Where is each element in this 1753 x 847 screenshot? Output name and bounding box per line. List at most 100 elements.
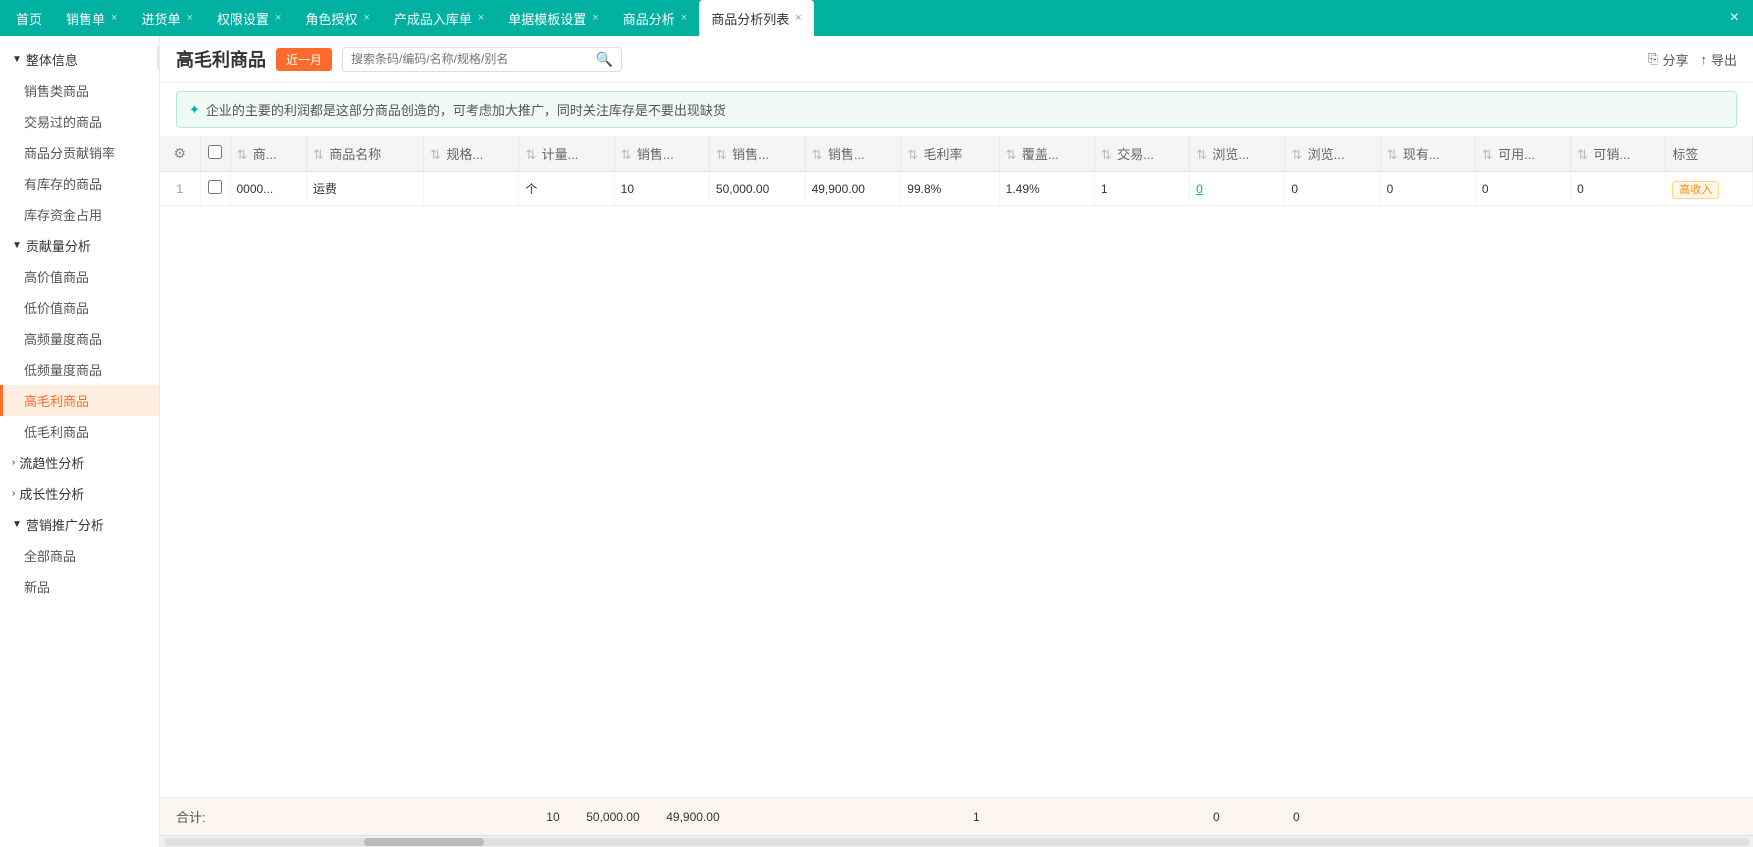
footer-sales-amt: 50,000.00: [566, 810, 646, 824]
col-trade[interactable]: ⇅ 交易...: [1094, 136, 1189, 172]
col-sales-amt[interactable]: ⇅ 销售...: [709, 136, 805, 172]
close-permission-tab[interactable]: ×: [275, 12, 281, 24]
sidebar-item-capital[interactable]: 库存资金占用: [0, 199, 159, 230]
cell-sales-qty: 10: [614, 172, 709, 206]
footer-trade: 1: [906, 810, 986, 824]
settings-icon[interactable]: ⚙: [173, 145, 186, 161]
sort-handle: ⇅: [621, 147, 632, 162]
export-button[interactable]: ↑ 导出: [1700, 50, 1737, 69]
col-browse2[interactable]: ⇅ 浏览...: [1285, 136, 1380, 172]
nav-tab-purchase[interactable]: 进货单 ×: [129, 0, 204, 36]
sort-handle: ⇅: [1482, 147, 1493, 162]
sidebar-item-low-freq[interactable]: 低频量度商品: [0, 354, 159, 385]
share-button[interactable]: ⎘ 分享: [1648, 50, 1688, 69]
nav-tab-role[interactable]: 角色授权 ×: [293, 0, 381, 36]
sidebar-group-overall[interactable]: ▼ 整体信息: [0, 44, 159, 75]
nav-tab-sales[interactable]: 销售单 ×: [54, 0, 129, 36]
close-role-tab[interactable]: ×: [363, 12, 369, 24]
sidebar-item-stock-goods[interactable]: 有库存的商品: [0, 168, 159, 199]
nav-close-all[interactable]: ×: [1720, 0, 1749, 36]
sidebar-group-marketing[interactable]: ▼ 营销推广分析: [0, 509, 159, 540]
arrow-overall: ▼: [12, 54, 22, 65]
scrollbar-track[interactable]: [164, 838, 1749, 846]
cell-trade: 1: [1094, 172, 1189, 206]
col-available2[interactable]: ⇅ 可用...: [1475, 136, 1570, 172]
col-gross-rate[interactable]: ⇅ 毛利率: [901, 136, 999, 172]
col-saleable[interactable]: ⇅ 可销...: [1571, 136, 1666, 172]
cell-browse2: 0: [1285, 172, 1380, 206]
search-icon[interactable]: 🔍: [596, 51, 613, 68]
cell-name: 运费: [307, 172, 424, 206]
data-table: ⚙ ⇅ 商... ⇅ 商品名称: [160, 136, 1753, 206]
cell-index: 1: [160, 172, 200, 206]
footer-spacer3: [986, 810, 1146, 824]
nav-tab-home[interactable]: 首页: [4, 0, 54, 36]
table-wrapper[interactable]: ⚙ ⇅ 商... ⇅ 商品名称: [160, 136, 1753, 797]
sort-handle: ⇅: [1291, 147, 1302, 162]
sort-handle: ⇅: [1577, 147, 1588, 162]
export-icon: ↑: [1700, 52, 1707, 67]
sidebar-group-flow[interactable]: › 流趋性分析: [0, 447, 159, 478]
share-icon: ⎘: [1648, 51, 1658, 67]
sidebar-item-high-margin[interactable]: 高毛利商品: [0, 385, 159, 416]
time-filter-button[interactable]: 近一月: [276, 48, 332, 71]
row-checkbox[interactable]: [208, 180, 222, 194]
cell-available1: 0: [1380, 172, 1475, 206]
sidebar-group-contribution[interactable]: ▼ 贡献量分析: [0, 230, 159, 261]
footer-available1: 0: [1146, 810, 1226, 824]
arrow-contribution: ▼: [12, 240, 22, 251]
scrollbar-area[interactable]: [160, 835, 1753, 847]
sidebar-item-traded-goods[interactable]: 交易过的商品: [0, 106, 159, 137]
close-template-tab[interactable]: ×: [592, 12, 598, 24]
cell-checkbox[interactable]: [200, 172, 230, 206]
col-unit[interactable]: ⇅ 计量...: [519, 136, 614, 172]
sidebar-item-all-goods[interactable]: 全部商品: [0, 540, 159, 571]
col-available1[interactable]: ⇅ 现有...: [1380, 136, 1475, 172]
nav-tab-analysis[interactable]: 商品分析 ×: [611, 0, 699, 36]
arrow-marketing: ▼: [12, 519, 22, 530]
sidebar-item-new-goods[interactable]: 新品: [0, 571, 159, 602]
col-tag[interactable]: 标签: [1666, 136, 1753, 172]
close-analysis-tab[interactable]: ×: [681, 12, 687, 24]
sidebar-item-high-value[interactable]: 高价值商品: [0, 261, 159, 292]
scrollbar-thumb[interactable]: [364, 838, 484, 846]
select-all-checkbox[interactable]: [208, 145, 222, 159]
sidebar-item-sales-goods[interactable]: 销售类商品: [0, 75, 159, 106]
cell-browse1[interactable]: 0: [1190, 172, 1285, 206]
sidebar-item-contribution[interactable]: 商品分贡献销率: [0, 137, 159, 168]
col-sales-qty[interactable]: ⇅ 销售...: [614, 136, 709, 172]
footer-spacer: [226, 810, 486, 824]
col-sales-cost[interactable]: ⇅ 销售...: [805, 136, 901, 172]
col-spec[interactable]: ⇅ 规格...: [424, 136, 519, 172]
sidebar-toggle[interactable]: «: [157, 46, 160, 70]
col-name[interactable]: ⇅ 商品名称: [307, 136, 424, 172]
close-product-stock-tab[interactable]: ×: [478, 12, 484, 24]
col-settings[interactable]: ⚙: [160, 136, 200, 172]
footer-available2: 0: [1226, 810, 1306, 824]
sidebar-group-growth[interactable]: › 成长性分析: [0, 478, 159, 509]
search-input[interactable]: [351, 52, 596, 66]
search-box: 🔍: [342, 47, 622, 72]
sort-handle: ⇅: [1196, 147, 1207, 162]
close-purchase-tab[interactable]: ×: [186, 12, 192, 24]
sort-handle: ⇅: [1006, 147, 1017, 162]
col-code[interactable]: ⇅ 商...: [230, 136, 307, 172]
sort-handle: ⇅: [1101, 147, 1112, 162]
nav-tab-template[interactable]: 单据模板设置 ×: [496, 0, 610, 36]
sidebar: « ▼ 整体信息 销售类商品 交易过的商品 商品分贡献销率 有库存的商品 库存资…: [0, 36, 160, 847]
cell-gross-rate: 99.8%: [901, 172, 999, 206]
sidebar-item-high-freq[interactable]: 高频量度商品: [0, 323, 159, 354]
col-browse1[interactable]: ⇅ 浏览...: [1190, 136, 1285, 172]
footer-sales-cost: 49,900.00: [646, 810, 726, 824]
nav-tab-product-stock[interactable]: 产成品入库单 ×: [382, 0, 496, 36]
col-cover[interactable]: ⇅ 覆盖...: [999, 136, 1094, 172]
sidebar-item-low-margin[interactable]: 低毛利商品: [0, 416, 159, 447]
nav-tab-permission[interactable]: 权限设置 ×: [205, 0, 293, 36]
close-analysis-list-tab[interactable]: ×: [795, 12, 801, 24]
sidebar-item-low-value[interactable]: 低价值商品: [0, 292, 159, 323]
nav-tab-analysis-list[interactable]: 商品分析列表 ×: [699, 0, 813, 36]
cell-saleable: 0: [1571, 172, 1666, 206]
cell-cover: 1.49%: [999, 172, 1094, 206]
content-header: 高毛利商品 近一月 🔍 ⎘ 分享 ↑ 导出: [160, 36, 1753, 83]
close-sales-tab[interactable]: ×: [111, 12, 117, 24]
